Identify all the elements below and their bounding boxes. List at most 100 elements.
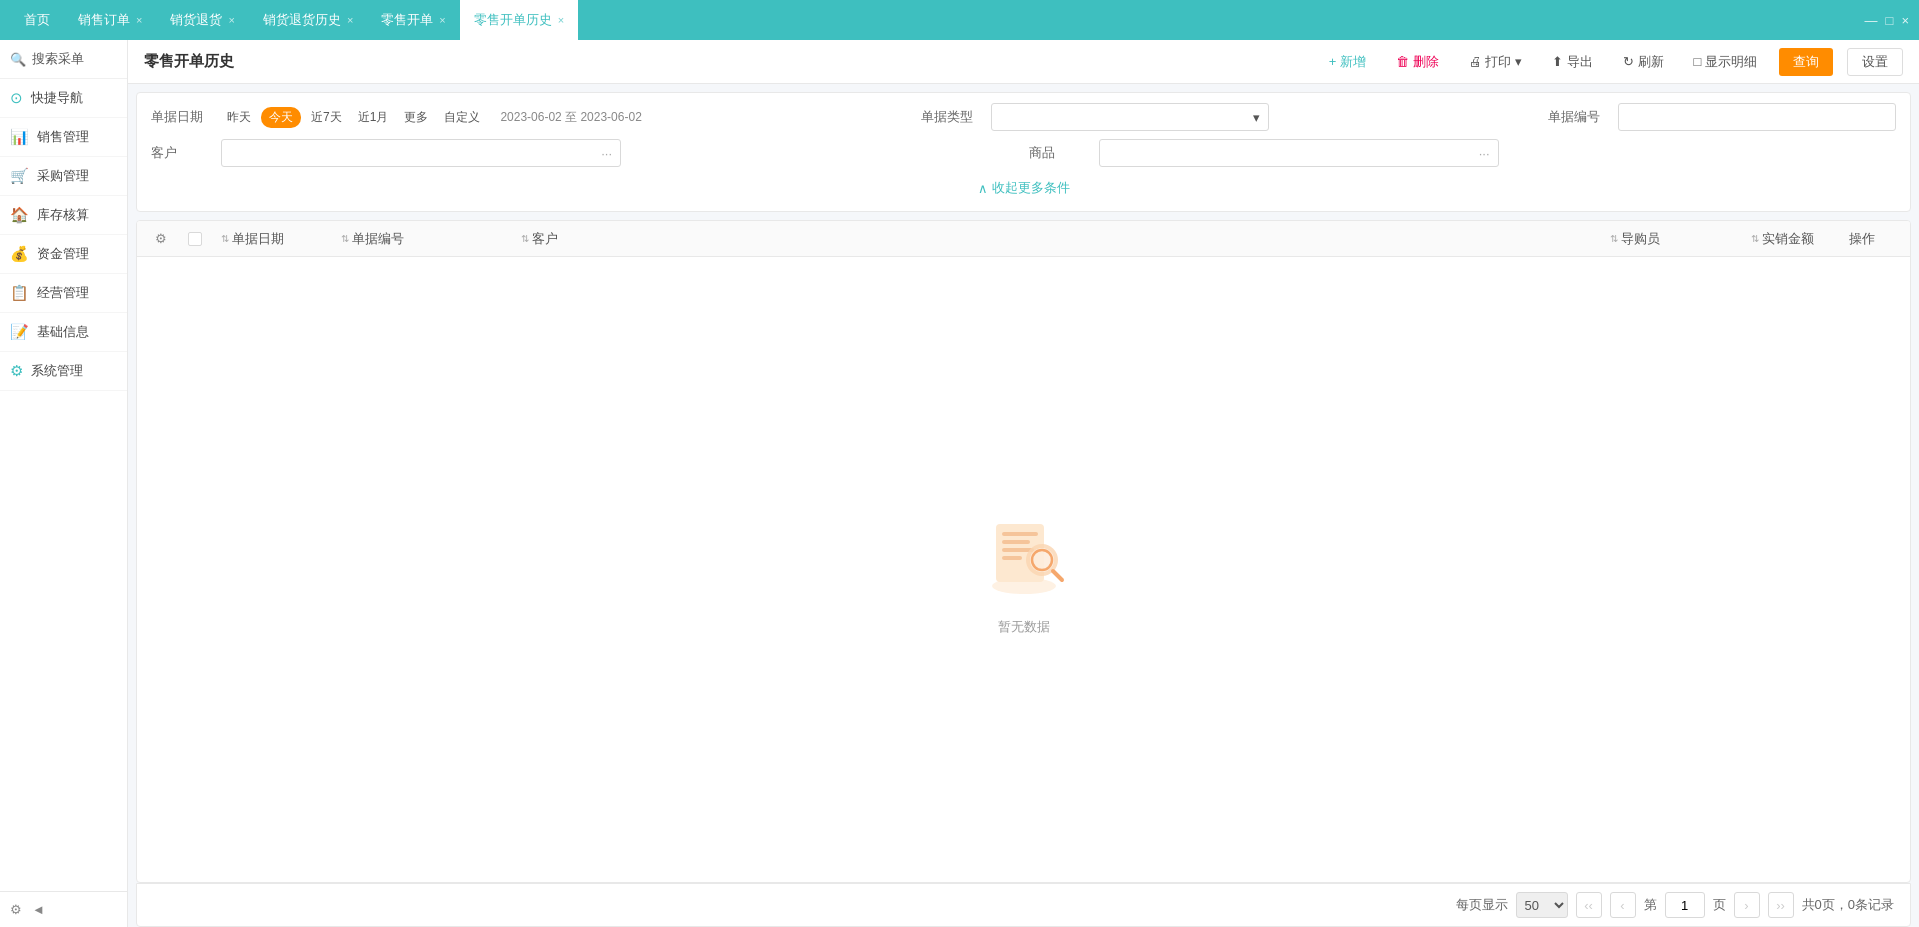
svg-rect-2 [1002, 532, 1038, 536]
print-dropdown-icon: ▾ [1515, 54, 1522, 69]
query-button[interactable]: 查询 [1779, 48, 1833, 76]
customer-value [230, 146, 234, 161]
select-all-checkbox[interactable] [188, 232, 202, 246]
window-controls: — □ × [1865, 13, 1909, 28]
date-btn-last1m[interactable]: 近1月 [352, 107, 395, 128]
tab-close-sales-return-history[interactable]: × [347, 14, 353, 26]
system-icon: ⚙ [10, 362, 23, 380]
show-detail-button[interactable]: □ 显示明细 [1686, 49, 1765, 75]
delete-button[interactable]: 🗑 删除 [1388, 49, 1447, 75]
product-value [1108, 146, 1112, 161]
sidebar-collapse-icon[interactable]: ◄ [32, 902, 45, 917]
collapse-conditions-button[interactable]: ∧ 收起更多条件 [966, 175, 1082, 201]
first-page-button[interactable]: ‹‹ [1576, 892, 1602, 918]
filter-row-2: 客户 ··· 商品 ··· [151, 139, 1896, 167]
export-button[interactable]: ⬆ 导出 [1544, 49, 1601, 75]
date-btn-custom[interactable]: 自定义 [438, 107, 486, 128]
page-number-input[interactable] [1665, 892, 1705, 918]
svg-point-7 [1030, 548, 1054, 572]
doc-type-select[interactable]: ▾ [991, 103, 1269, 131]
product-dots[interactable]: ··· [1479, 146, 1490, 161]
product-select[interactable]: ··· [1099, 139, 1499, 167]
next-page-button[interactable]: › [1734, 892, 1760, 918]
sidebar-item-inventory[interactable]: 🏠 库存核算 [0, 196, 127, 235]
sort-icon-customer[interactable]: ⇅ [521, 233, 529, 244]
tab-sales-order[interactable]: 销售订单 × [64, 0, 156, 40]
tab-close-retail-open[interactable]: × [439, 14, 445, 26]
svg-rect-5 [1002, 556, 1022, 560]
doc-type-label: 单据类型 [921, 108, 981, 126]
toolbar: 零售开单历史 + 新增 🗑 删除 🖨 打印 ▾ ⬆ 导出 ↻ 刷新 □ 显示明细… [128, 40, 1919, 84]
main-layout: 🔍 搜索采单 ⊙ 快捷导航 📊 销售管理 🛒 采购管理 🏠 库存核算 💰 资金管… [0, 40, 1919, 927]
tab-close-sales-order[interactable]: × [136, 14, 142, 26]
table-area: ⚙ ⇅ 单据日期 ⇅ 单据编号 ⇅ 客户 ⇅ [136, 220, 1911, 883]
search-icon: 🔍 [10, 52, 26, 67]
page-label: 页 [1713, 896, 1726, 914]
sidebar-item-purchase-mgmt[interactable]: 🛒 采购管理 [0, 157, 127, 196]
doc-type-dropdown-icon: ▾ [1253, 110, 1260, 125]
doc-no-label: 单据编号 [1548, 108, 1608, 126]
sidebar-search[interactable]: 🔍 搜索采单 [0, 40, 127, 79]
add-button[interactable]: + 新增 [1321, 49, 1374, 75]
setting-button[interactable]: 设置 [1847, 48, 1903, 76]
content-area: 零售开单历史 + 新增 🗑 删除 🖨 打印 ▾ ⬆ 导出 ↻ 刷新 □ 显示明细… [128, 40, 1919, 927]
tab-sales-return[interactable]: 销货退货 × [156, 0, 248, 40]
date-btn-today[interactable]: 今天 [261, 107, 301, 128]
sidebar: 🔍 搜索采单 ⊙ 快捷导航 📊 销售管理 🛒 采购管理 🏠 库存核算 💰 资金管… [0, 40, 128, 927]
th-checkbox[interactable] [177, 232, 213, 246]
sidebar-item-basic-info[interactable]: 📝 基础信息 [0, 313, 127, 352]
sidebar-item-finance[interactable]: 💰 资金管理 [0, 235, 127, 274]
top-bar: 首页 销售订单 × 销货退货 × 销货退货历史 × 零售开单 × 零售开单历史 … [0, 0, 1919, 40]
maximize-button[interactable]: □ [1886, 13, 1894, 28]
basic-info-icon: 📝 [10, 323, 29, 341]
customer-label: 客户 [151, 144, 211, 162]
table-settings-icon[interactable]: ⚙ [145, 231, 177, 246]
sort-icon-no[interactable]: ⇅ [341, 233, 349, 244]
sidebar-item-sales-mgmt[interactable]: 📊 销售管理 [0, 118, 127, 157]
th-customer: ⇅ 客户 [513, 230, 1602, 248]
tab-retail-open-history[interactable]: 零售开单历史 × [460, 0, 578, 40]
date-btn-more[interactable]: 更多 [398, 107, 434, 128]
finance-icon: 💰 [10, 245, 29, 263]
total-info: 共0页，0条记录 [1802, 896, 1894, 914]
per-page-label: 每页显示 [1456, 896, 1508, 914]
sort-icon-date[interactable]: ⇅ [221, 233, 229, 244]
sort-icon-guide[interactable]: ⇅ [1610, 233, 1618, 244]
empty-area: 暂无数据 [137, 257, 1910, 882]
print-button[interactable]: 🖨 打印 ▾ [1461, 49, 1531, 75]
inventory-icon: 🏠 [10, 206, 29, 224]
date-buttons: 昨天 今天 近7天 近1月 更多 自定义 [221, 107, 486, 128]
minimize-button[interactable]: — [1865, 13, 1878, 28]
refresh-button[interactable]: ↻ 刷新 [1615, 49, 1672, 75]
doc-no-input[interactable] [1618, 103, 1896, 131]
sort-icon-amount[interactable]: ⇅ [1751, 233, 1759, 244]
sidebar-settings-icon[interactable]: ⚙ [10, 902, 22, 917]
customer-select[interactable]: ··· [221, 139, 621, 167]
close-button[interactable]: × [1901, 13, 1909, 28]
prev-page-button[interactable]: ‹ [1610, 892, 1636, 918]
pagination-bar: 每页显示 10 20 50 100 ‹‹ ‹ 第 页 › ›› 共0页，0条记录 [136, 883, 1911, 927]
tab-sales-return-history[interactable]: 销货退货历史 × [249, 0, 367, 40]
empty-text: 暂无数据 [998, 618, 1050, 636]
sidebar-item-operations[interactable]: 📋 经营管理 [0, 274, 127, 313]
per-page-select[interactable]: 10 20 50 100 [1516, 892, 1568, 918]
more-condition-row: ∧ 收起更多条件 [151, 175, 1896, 201]
tab-home[interactable]: 首页 [10, 0, 64, 40]
date-range: 2023-06-02 至 2023-06-02 [500, 109, 641, 126]
tab-retail-open[interactable]: 零售开单 × [367, 0, 459, 40]
table-header: ⚙ ⇅ 单据日期 ⇅ 单据编号 ⇅ 客户 ⇅ [137, 221, 1910, 257]
customer-dots[interactable]: ··· [601, 146, 612, 161]
page-label-pre: 第 [1644, 896, 1657, 914]
sales-mgmt-icon: 📊 [10, 128, 29, 146]
sidebar-bottom: ⚙ ◄ [0, 891, 127, 927]
tab-close-retail-open-history[interactable]: × [558, 14, 564, 26]
sidebar-item-system[interactable]: ⚙ 系统管理 [0, 352, 127, 391]
operations-icon: 📋 [10, 284, 29, 302]
th-date: ⇅ 单据日期 [213, 230, 333, 248]
sidebar-item-quick-nav[interactable]: ⊙ 快捷导航 [0, 79, 127, 118]
date-label: 单据日期 [151, 108, 211, 126]
date-btn-yesterday[interactable]: 昨天 [221, 107, 257, 128]
date-btn-last7[interactable]: 近7天 [305, 107, 348, 128]
last-page-button[interactable]: ›› [1768, 892, 1794, 918]
tab-close-sales-return[interactable]: × [228, 14, 234, 26]
